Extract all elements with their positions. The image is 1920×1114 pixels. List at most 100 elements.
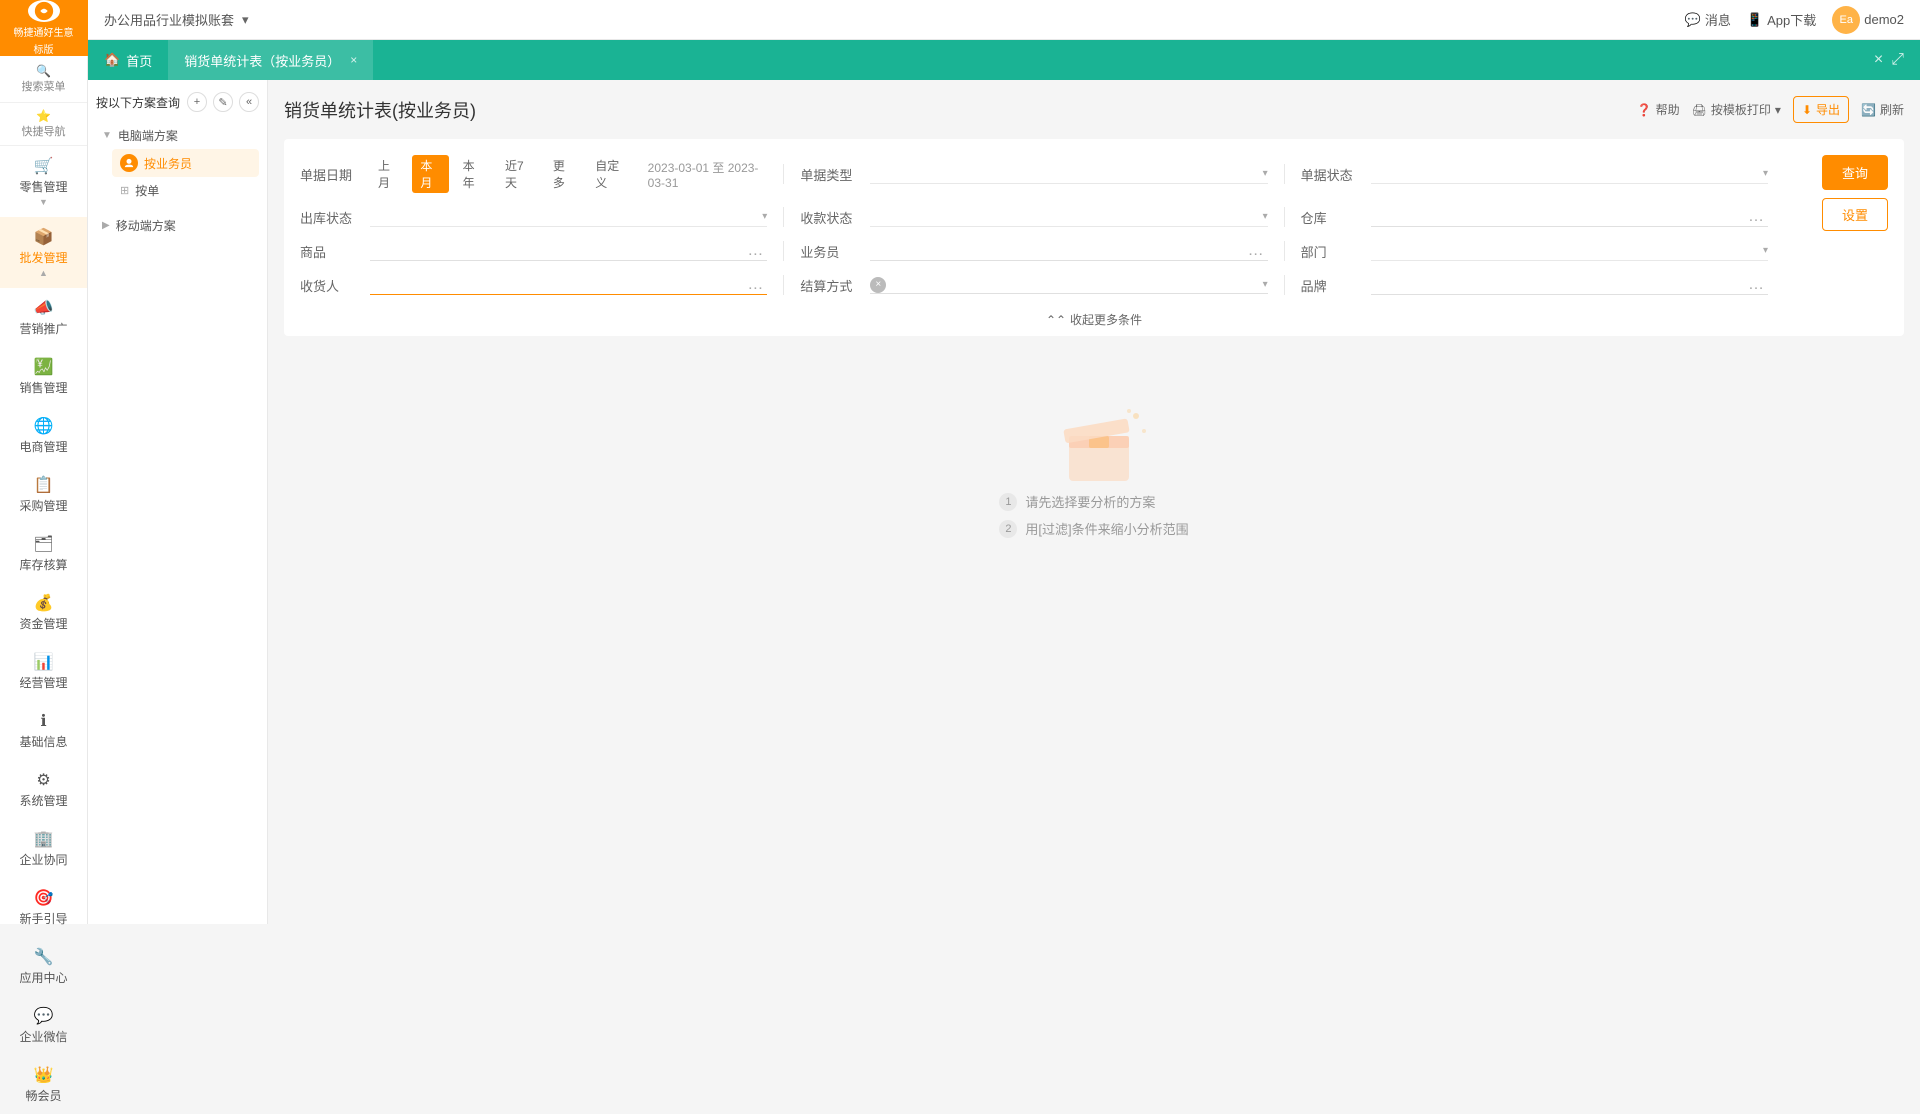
receiver-group: 收货人 … (300, 276, 767, 295)
apps-icon: 🔧 (34, 947, 54, 967)
divider-8 (1284, 275, 1285, 295)
export-btn[interactable]: ⬇ 导出 (1793, 96, 1849, 123)
goods-more-btn[interactable]: … (743, 242, 767, 260)
doc-status-group: 单据状态 ▾ (1301, 164, 1768, 184)
star-icon: ⭐ (36, 109, 51, 123)
topbar-dropdown[interactable]: ▾ (242, 12, 249, 28)
main-area: 办公用品行业模拟账套 ▾ 💬 消息 📱 App下载 Ea demo2 🏠 首页 (88, 0, 1920, 924)
tab-window-expand-btn[interactable]: ⤢ (1891, 51, 1904, 69)
out-status-group: 出库状态 ▾ (300, 207, 767, 227)
sidebar-item-newbie[interactable]: 🎯 新手引导 (0, 878, 87, 937)
brand-group: 品牌 … (1301, 276, 1768, 295)
inventory-label: 库存核算 (19, 556, 67, 573)
date-tab-last-month[interactable]: 上月 (370, 155, 406, 193)
tree-pc-section[interactable]: ▼ 电脑端方案 (96, 122, 259, 149)
sidebar-search[interactable]: 🔍 搜索菜单 (0, 56, 87, 103)
purchase-label: 采购管理 (19, 497, 67, 514)
date-tab-this-month[interactable]: 本月 (412, 155, 448, 193)
divider-3 (783, 207, 784, 227)
add-scheme-btn[interactable]: + (187, 92, 207, 112)
salesperson-filter-label: 业务员 (800, 242, 870, 261)
tree-section: ▼ 电脑端方案 按业务员 ⊞ 按单 ▶ (96, 122, 259, 239)
wholesale-icon: 📦 (34, 227, 54, 247)
retail-icon: 🛒 (34, 156, 54, 176)
sidebar-item-ecommerce[interactable]: 🌐 电商管理 (0, 406, 87, 465)
collapse-btn[interactable]: ⌃⌃ 收起更多条件 (1046, 311, 1142, 328)
hint-text-2: 用[过滤]条件来缩小分析范围 (1025, 519, 1188, 538)
date-tab-custom[interactable]: 自定义 (587, 155, 633, 193)
message-btn[interactable]: 💬 消息 (1685, 10, 1731, 29)
settings-btn[interactable]: 设置 (1822, 198, 1888, 231)
tree-item-salesperson[interactable]: 按业务员 (112, 149, 259, 177)
warehouse-more-btn[interactable]: … (1744, 208, 1768, 226)
logo-subtitle: 标版 (34, 41, 54, 56)
edit-scheme-btn[interactable]: ✎ (213, 92, 233, 112)
divider-6 (1284, 241, 1285, 261)
collapse-panel-btn[interactable]: « (239, 92, 259, 112)
payment-status-group: 收款状态 ▾ (800, 207, 1267, 227)
filter-row-1: 单据日期 上月 本月 本年 近7天 更多 自定义 2023-03-01 至 20… (300, 155, 1888, 193)
sidebar-item-marketing[interactable]: 📣 营销推广 (0, 288, 87, 347)
payment-status-select[interactable]: ▾ (870, 207, 1267, 227)
department-select[interactable]: ▾ (1371, 241, 1768, 261)
empty-svg (1044, 396, 1164, 496)
doc-status-select[interactable]: ▾ (1371, 164, 1768, 184)
receiver-input[interactable]: … (370, 276, 767, 295)
receiver-text-input[interactable] (370, 277, 743, 292)
tree-mobile-expand-icon: ▶ (102, 220, 110, 231)
sidebar-item-vip[interactable]: 👑 畅会员 (0, 1055, 87, 1114)
sidebar-item-basic[interactable]: ℹ 基础信息 (0, 701, 87, 760)
system-icon: ⚙ (36, 770, 50, 790)
enterprise-label: 企业协同 (19, 851, 67, 868)
logo[interactable]: 畅捷通好生意 标版 (0, 0, 88, 56)
tab-active[interactable]: 销货单统计表（按业务员） × (168, 40, 373, 80)
finance-icon: 💰 (34, 593, 54, 613)
sidebar-item-retail[interactable]: 🛒 零售管理 ▼ (0, 146, 87, 217)
receiver-more-btn[interactable]: … (743, 276, 767, 294)
out-status-select[interactable]: ▾ (370, 207, 767, 227)
date-tab-7days[interactable]: 近7天 (497, 155, 539, 193)
sidebar-item-finance[interactable]: 💰 资金管理 (0, 583, 87, 642)
app-download-btn[interactable]: 📱 App下载 (1747, 10, 1816, 29)
home-icon: 🏠 (104, 52, 120, 68)
tab-window-close-btn[interactable]: × (1874, 51, 1883, 69)
user-profile[interactable]: Ea demo2 (1832, 6, 1904, 34)
empty-hints: 1 请先选择要分析的方案 2 用[过滤]条件来缩小分析范围 (999, 492, 1188, 538)
sidebar-item-apps[interactable]: 🔧 应用中心 (0, 937, 87, 996)
inventory-icon: 🗂 (33, 534, 53, 554)
action-buttons: 查询 设置 (1822, 155, 1888, 231)
date-tab-more[interactable]: 更多 (545, 155, 581, 193)
date-label: 单据日期 (300, 165, 370, 184)
sidebar-quicknav[interactable]: ⭐ 快捷导航 (0, 103, 87, 146)
goods-label: 商品 (300, 242, 370, 261)
query-btn[interactable]: 查询 (1822, 155, 1888, 190)
vip-label: 畅会员 (25, 1087, 61, 1104)
doc-status-label: 单据状态 (1301, 165, 1371, 184)
sidebar-item-inventory[interactable]: 🗂 库存核算 (0, 524, 87, 583)
salesperson-more-btn[interactable]: … (1244, 242, 1268, 260)
date-tab-this-year[interactable]: 本年 (455, 155, 491, 193)
sidebar-item-wholesale[interactable]: 📦 批发管理 ▲ (0, 217, 87, 288)
tab-close-btn[interactable]: × (350, 53, 357, 67)
sidebar-item-sales[interactable]: 💹 销售管理 (0, 347, 87, 406)
sidebar-item-system[interactable]: ⚙ 系统管理 (0, 760, 87, 819)
doc-type-select[interactable]: ▾ (870, 164, 1267, 184)
tree-item-order[interactable]: ⊞ 按单 (112, 177, 259, 204)
right-content: 销货单统计表(按业务员) ❓ 帮助 🖨 按模板打印 ▾ ⬇ 导出 (268, 80, 1920, 924)
left-panel-title: 按以下方案查询 (96, 94, 180, 111)
tree-mobile-label: 移动端方案 (116, 217, 176, 234)
sidebar-item-enterprise[interactable]: 🏢 企业协同 (0, 819, 87, 878)
tab-home[interactable]: 🏠 首页 (88, 40, 168, 80)
payment-status-label: 收款状态 (800, 208, 870, 227)
logo-icon (28, 0, 60, 22)
sidebar-item-wechat[interactable]: 💬 企业微信 (0, 996, 87, 1055)
sidebar-item-operations[interactable]: 📊 经营管理 (0, 642, 87, 701)
tree-expand-icon: ▼ (102, 130, 112, 141)
help-btn[interactable]: ❓ 帮助 (1637, 101, 1680, 118)
brand-more-btn[interactable]: … (1744, 276, 1768, 294)
sidebar-item-purchase[interactable]: 📋 采购管理 (0, 465, 87, 524)
tree-mobile-section[interactable]: ▶ 移动端方案 (96, 212, 259, 239)
settlement-clear-btn[interactable]: × (870, 277, 886, 293)
print-btn[interactable]: 🖨 按模板打印 ▾ (1692, 101, 1781, 118)
refresh-btn[interactable]: 🔄 刷新 (1861, 101, 1904, 118)
